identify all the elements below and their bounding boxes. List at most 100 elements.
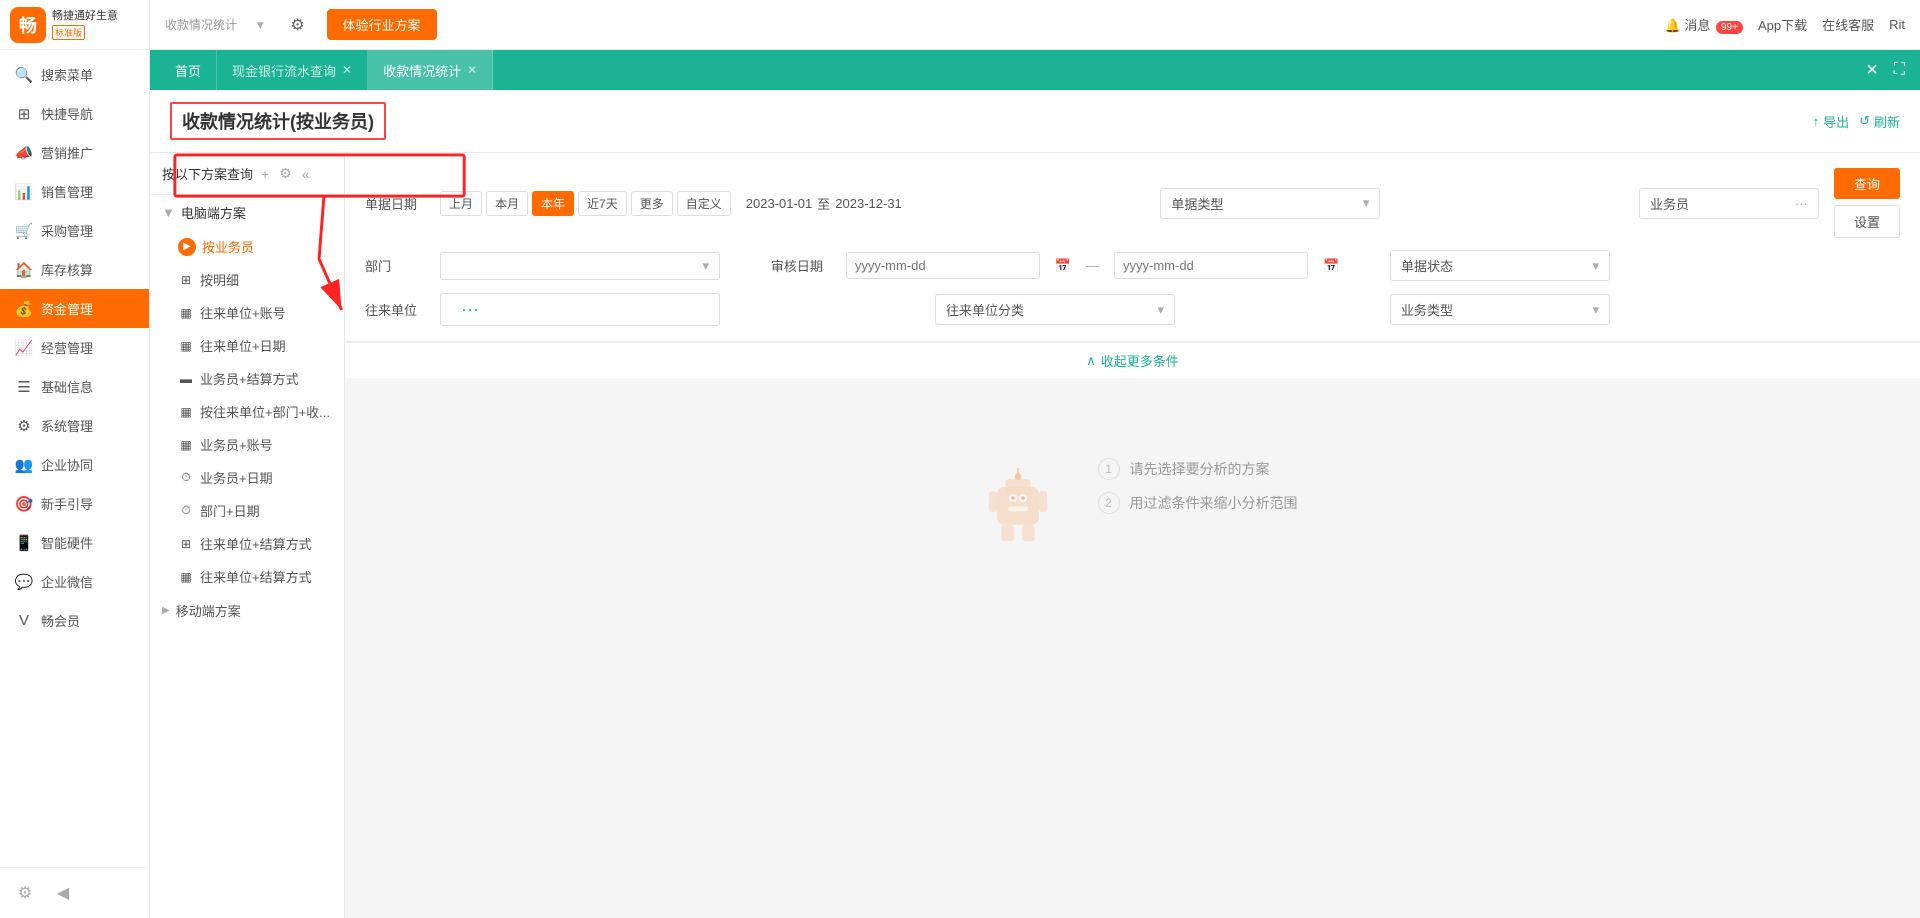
salesman-select[interactable]: 业务员 ··· (1639, 188, 1819, 219)
tab-receipt[interactable]: 收款情况统计 ✕ (368, 50, 493, 90)
export-button[interactable]: ↑ 导出 (1813, 112, 1850, 131)
desktop-group-label: 电脑端方案 (181, 203, 246, 222)
tab-home[interactable]: 首页 (160, 50, 217, 90)
partner-category-select[interactable]: 往来单位分类 ▾ (935, 294, 1175, 325)
review-date-from-input[interactable] (846, 252, 1040, 279)
sidebar-item-inventory[interactable]: 🏠 库存核算 (0, 250, 149, 289)
tabbar: 首页 现金银行流水查询 ✕ 收款情况统计 ✕ ✕ ⛶ (150, 50, 1920, 90)
app-download[interactable]: App下载 (1758, 15, 1807, 34)
topbar-gear-button[interactable]: ⚙ (284, 11, 312, 39)
sidebar-item-operation[interactable]: 📈 经营管理 (0, 328, 149, 367)
filter-row-1: 单据日期 上月 本月 本年 近7天 更多 自定义 2023-01-01 至 20… (365, 168, 1900, 238)
business-type-chevron: ▾ (1592, 302, 1599, 318)
sidebar-item-member[interactable]: V 畅会员 (0, 601, 149, 640)
sidebar-item-enterprise[interactable]: 👥 企业协同 (0, 445, 149, 484)
sidebar-item-finance[interactable]: 💰 资金管理 (0, 289, 149, 328)
partner-filter-label: 往来单位 (365, 300, 425, 319)
review-date-to-input[interactable] (1114, 252, 1308, 279)
add-scheme-button[interactable]: + (259, 164, 271, 184)
dept-filter-label: 部门 (365, 256, 425, 275)
partner-select[interactable]: ··· (440, 293, 720, 326)
scheme-label-salesman-method: 业务员+结算方式 (200, 369, 299, 388)
tab-bank[interactable]: 现金银行流水查询 ✕ (217, 50, 368, 90)
trial-button[interactable]: 体验行业方案 (327, 9, 437, 40)
query-button[interactable]: 查询 (1834, 168, 1900, 199)
tab-close-all-button[interactable]: ✕ (1860, 60, 1883, 80)
tabbar-right-actions: ✕ ⛶ (1860, 60, 1910, 80)
mobile-scheme-title[interactable]: ▶ 移动端方案 (150, 593, 344, 628)
desktop-scheme-title[interactable]: ▼ 电脑端方案 (150, 195, 344, 230)
review-date-to-cal[interactable]: 📅 (1323, 258, 1339, 274)
sidebar-settings-button[interactable]: ⚙ (10, 878, 40, 908)
online-service[interactable]: 在线客服 (1822, 15, 1874, 34)
date-filter-label: 单据日期 (365, 194, 425, 213)
scheme-item-unit-date[interactable]: ▦ 往来单位+日期 (150, 329, 344, 362)
sidebar-label-finance: 资金管理 (41, 299, 93, 318)
data-area: 1 请先选择要分析的方案 2 用过滤条件来缩小分析范围 (345, 378, 1920, 918)
marketing-icon: 📣 (15, 144, 33, 162)
scheme-item-by-salesman[interactable]: ▶ 按业务员 (150, 230, 344, 263)
date-btn-this-month[interactable]: 本月 (486, 191, 528, 216)
tab-bank-close[interactable]: ✕ (342, 63, 352, 77)
sidebar-item-wechat[interactable]: 💬 企业微信 (0, 562, 149, 601)
active-scheme-icon: ▶ (178, 238, 196, 256)
date-btn-7days[interactable]: 近7天 (578, 191, 627, 216)
unit-method2-icon: ▦ (178, 569, 194, 585)
partner-category-label: 往来单位分类 (946, 300, 1024, 319)
date-btn-last-month[interactable]: 上月 (440, 191, 482, 216)
voucher-status-select[interactable]: 单据状态 ▾ (1390, 250, 1610, 281)
tab-receipt-close[interactable]: ✕ (467, 63, 477, 77)
sidebar-item-search[interactable]: 🔍 搜索菜单 (0, 55, 149, 94)
step-1-text: 请先选择要分析的方案 (1130, 459, 1270, 479)
scheme-item-unit-account[interactable]: ▦ 往来单位+账号 (150, 296, 344, 329)
mobile-group-label: 移动端方案 (176, 601, 241, 620)
sidebar-label-sales: 销售管理 (41, 182, 93, 201)
scheme-settings-button[interactable]: ⚙ (277, 163, 294, 184)
sidebar-item-hardware[interactable]: 📱 智能硬件 (0, 523, 149, 562)
refresh-icon: ↺ (1859, 113, 1870, 129)
sidebar-item-quicknav[interactable]: ⊞ 快捷导航 (0, 94, 149, 133)
scheme-item-unit-method2[interactable]: ▦ 往来单位+结算方式 (150, 560, 344, 593)
scheme-item-by-detail[interactable]: ⊞ 按明细 (150, 263, 344, 296)
partner-more-icon[interactable]: ··· (461, 299, 479, 320)
sidebar-item-system[interactable]: ⚙ 系统管理 (0, 406, 149, 445)
page-header: 收款情况统计(按业务员) ↑ 导出 ↺ 刷新 (150, 90, 1920, 153)
review-date-from-cal[interactable]: 📅 (1055, 258, 1071, 274)
scheme-label-salesman-account: 业务员+账号 (200, 435, 273, 454)
scheme-item-salesman-account[interactable]: ▦ 业务员+账号 (150, 428, 344, 461)
collapse-bar[interactable]: ∧ 收起更多条件 (345, 342, 1920, 378)
chevron-down-icon: ▾ (257, 17, 264, 33)
date-btn-custom[interactable]: 自定义 (677, 191, 731, 216)
scheme-item-dept-date[interactable]: ⏱ 部门+日期 (150, 494, 344, 527)
sidebar-item-basic[interactable]: ☰ 基础信息 (0, 367, 149, 406)
tab-maximize-button[interactable]: ⛶ (1889, 60, 1910, 80)
sidebar-label-system: 系统管理 (41, 416, 93, 435)
voucher-type-select[interactable]: 单据类型 ▾ (1160, 188, 1380, 219)
dept-select[interactable]: ▾ (440, 252, 720, 280)
page-title: 收款情况统计(按业务员) (170, 102, 386, 140)
voucher-status-label: 单据状态 (1401, 256, 1453, 275)
sidebar-item-sales[interactable]: 📊 销售管理 (0, 172, 149, 211)
date-btn-more[interactable]: 更多 (631, 191, 673, 216)
logo-text-area: 畅捷通好生意 标准版 (52, 9, 118, 40)
scheme-item-salesman-method[interactable]: ▬ 业务员+结算方式 (150, 362, 344, 395)
sidebar-collapse-button[interactable]: ◀ (48, 878, 78, 908)
scheme-collapse-button[interactable]: « (300, 164, 312, 184)
business-type-select[interactable]: 业务类型 ▾ (1390, 294, 1610, 325)
refresh-button[interactable]: ↺ 刷新 (1859, 112, 1900, 131)
settings-button[interactable]: 设置 (1834, 205, 1900, 238)
sidebar-nav: 🔍 搜索菜单 ⊞ 快捷导航 📣 营销推广 📊 销售管理 🛒 采购管理 🏠 库存核… (0, 50, 149, 867)
robot-container: 1 请先选择要分析的方案 2 用过滤条件来缩小分析范围 (968, 458, 1298, 558)
scheme-item-salesman-date[interactable]: ⏱ 业务员+日期 (150, 461, 344, 494)
sidebar-item-marketing[interactable]: 📣 营销推广 (0, 133, 149, 172)
detail-icon: ⊞ (178, 272, 194, 288)
export-label: 导出 (1823, 112, 1849, 131)
unit-dept-icon: ▦ (178, 404, 194, 420)
scheme-item-unit-dept[interactable]: ▦ 按往来单位+部门+收... (150, 395, 344, 428)
sidebar-item-purchase[interactable]: 🛒 采购管理 (0, 211, 149, 250)
date-btn-this-year[interactable]: 本年 (532, 191, 574, 216)
voucher-type-chevron: ▾ (1363, 195, 1370, 211)
date-from: 2023-01-01 (746, 196, 813, 211)
scheme-item-unit-method1[interactable]: ⊞ 往来单位+结算方式 (150, 527, 344, 560)
sidebar-item-guide[interactable]: 🎯 新手引导 (0, 484, 149, 523)
